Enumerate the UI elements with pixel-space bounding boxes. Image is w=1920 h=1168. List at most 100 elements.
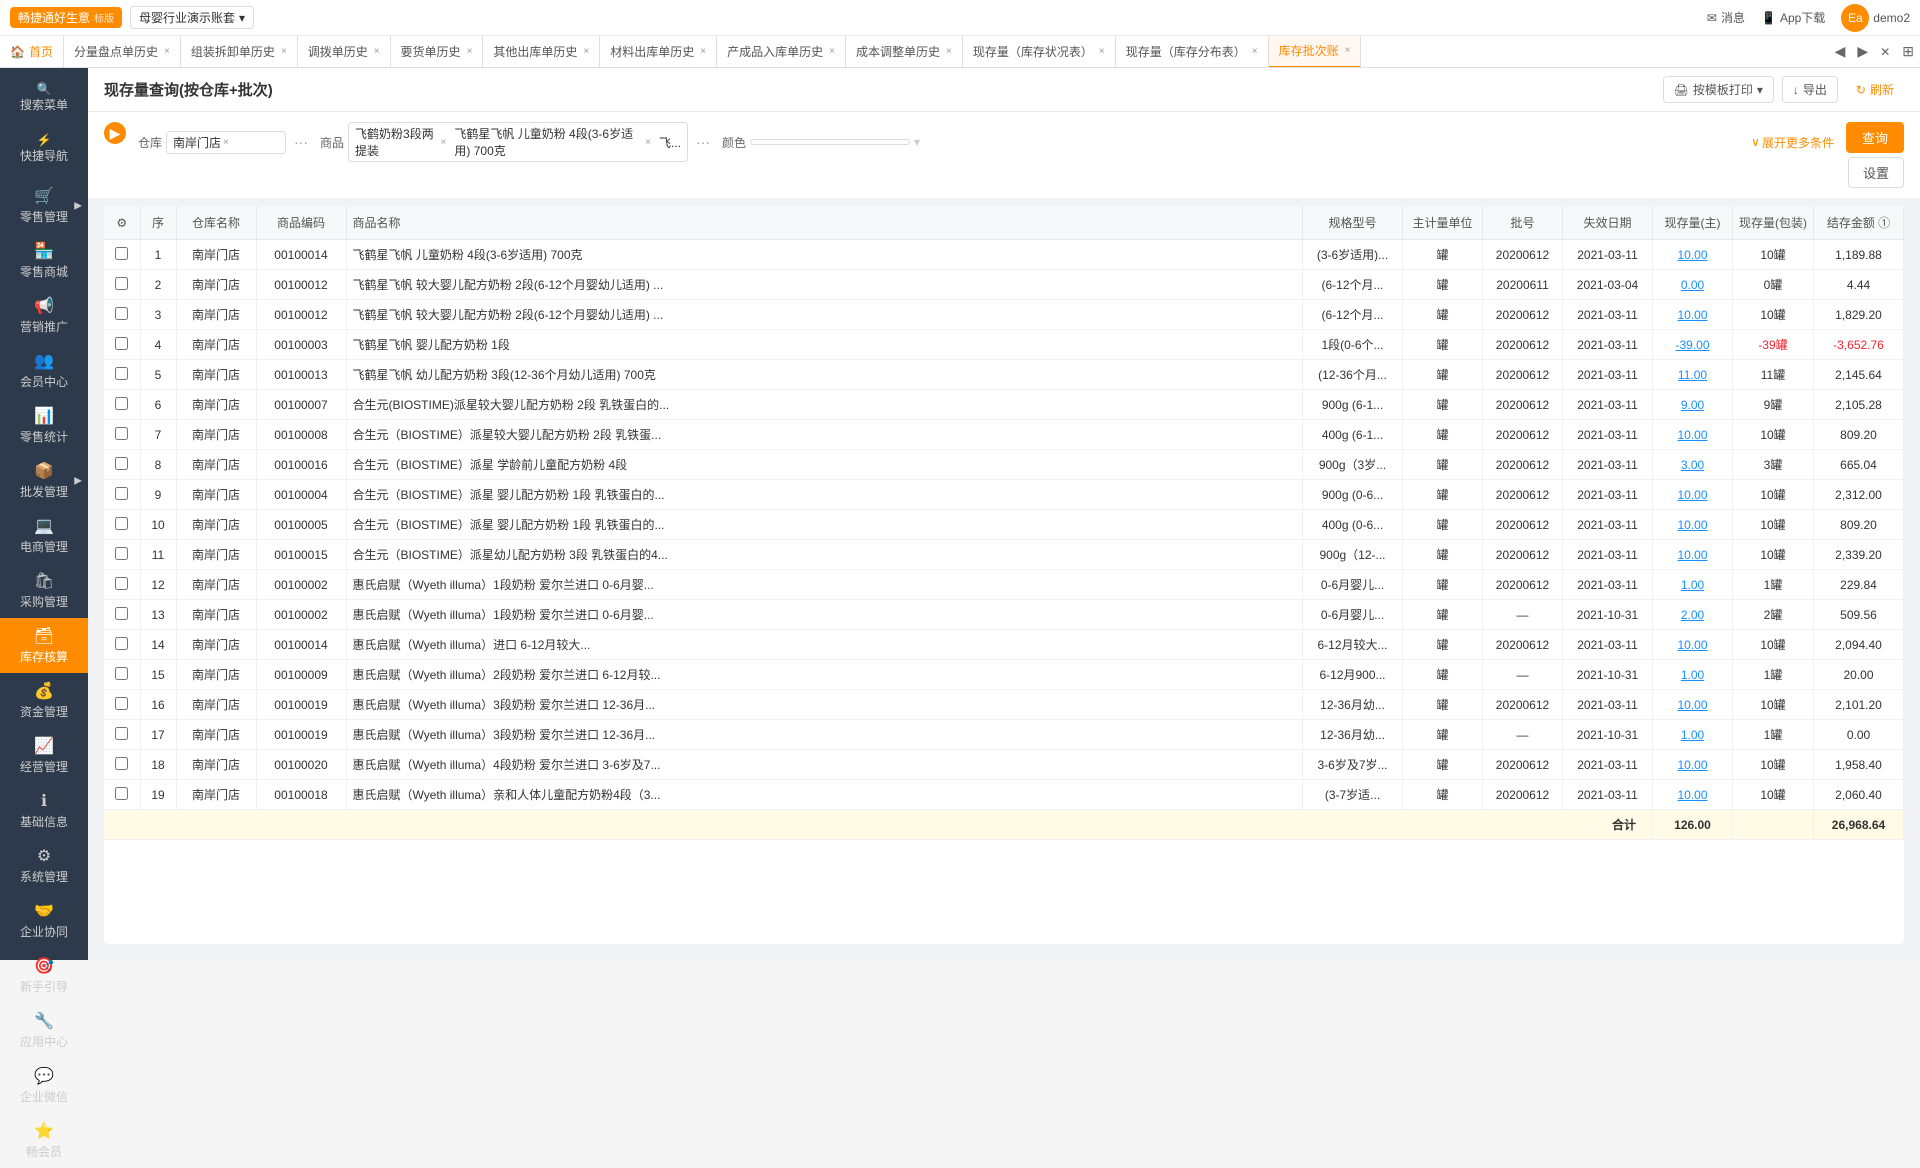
user-area[interactable]: Ea demo2 [1841,4,1910,32]
row-qty-main[interactable]: 10.00 [1653,420,1733,450]
sidebar-item-pifaguanli[interactable]: 📦 批发管理 ▶ [0,453,88,508]
sidebar-item-caigou[interactable]: 🛍 采购管理 [0,563,88,618]
row-checkbox[interactable] [115,337,128,350]
close-icon[interactable]: × [700,46,706,57]
warehouse-more-btn[interactable]: ··· [290,134,312,150]
row-check[interactable] [104,480,140,510]
row-check[interactable] [104,390,140,420]
tab-chanchengruku[interactable]: 产成品入库单历史 × [717,36,846,68]
tab-next-btn[interactable]: ▶ [1851,43,1874,60]
sidebar-item-qiyexietong[interactable]: 🤝 企业协同 [0,893,88,948]
template-print-btn[interactable]: 🖨 按模板打印 ▾ [1663,76,1774,103]
row-check[interactable] [104,360,140,390]
row-checkbox[interactable] [115,547,128,560]
row-qty-main[interactable]: 9.00 [1653,390,1733,420]
tab-close-all-btn[interactable]: ✕ [1874,45,1896,59]
row-check[interactable] [104,450,140,480]
sidebar-item-xitong[interactable]: ⚙ 系统管理 [0,838,88,893]
close-icon[interactable]: × [467,46,473,57]
row-qty-main[interactable]: 1.00 [1653,720,1733,750]
tab-kucunpicizhan[interactable]: 库存批次账 × [1269,36,1362,68]
row-qty-main[interactable]: 10.00 [1653,540,1733,570]
tab-diaobodanlishi[interactable]: 调拨单历史 × [298,36,391,68]
row-qty-main[interactable]: 10.00 [1653,750,1733,780]
row-qty-main[interactable]: 10.00 [1653,480,1733,510]
close-icon[interactable]: × [374,46,380,57]
sidebar-item-lingshoglianli[interactable]: 🛒 零售管理 ▶ [0,178,88,233]
row-checkbox[interactable] [115,427,128,440]
row-check[interactable] [104,750,140,780]
warehouse-tag-close[interactable]: × [223,137,229,148]
close-icon[interactable]: × [829,46,835,57]
row-qty-main[interactable]: 10.00 [1653,780,1733,810]
query-btn[interactable]: 查询 [1846,122,1904,153]
tab-zuzhuangchaixie[interactable]: 组装拆卸单历史 × [181,36,298,68]
sidebar-item-jichuinfo[interactable]: ℹ 基础信息 [0,783,88,838]
row-check[interactable] [104,630,140,660]
row-check[interactable] [104,570,140,600]
close-icon[interactable]: × [946,46,952,57]
sidebar-item-kucunhesuan[interactable]: 🗃 库存核算 [0,618,88,673]
row-qty-main[interactable]: 11.00 [1653,360,1733,390]
sidebar-item-jingying[interactable]: 📈 经营管理 [0,728,88,783]
color-tag-group[interactable] [750,139,910,145]
goods-tag-1-close[interactable]: × [441,137,447,148]
row-check[interactable] [104,660,140,690]
sidebar-item-huiyuanzhongxin[interactable]: 👥 会员中心 [0,343,88,398]
tab-prev-btn[interactable]: ◀ [1829,43,1852,60]
row-check[interactable] [104,330,140,360]
row-check[interactable] [104,720,140,750]
sidebar-item-qiyeweixin[interactable]: 💬 企业微信 [0,1058,88,1113]
row-checkbox[interactable] [115,307,128,320]
refresh-btn[interactable]: ↻ 刷新 [1846,77,1904,102]
expand-more-btn[interactable]: ∨ 展开更多条件 [1751,134,1834,151]
warehouse-tag-group[interactable]: 南岸门店 × [166,131,286,154]
row-checkbox[interactable] [115,667,128,680]
row-qty-main[interactable]: 10.00 [1653,690,1733,720]
sidebar-item-lingshototongji[interactable]: 📊 零售统计 [0,398,88,453]
row-qty-main[interactable]: 3.00 [1653,450,1733,480]
row-checkbox[interactable] [115,577,128,590]
tab-fenliangpandian[interactable]: 分量盘点单历史 × [64,36,181,68]
row-check[interactable] [104,510,140,540]
row-check[interactable] [104,270,140,300]
row-checkbox[interactable] [115,727,128,740]
row-checkbox[interactable] [115,457,128,470]
setting-btn[interactable]: 设置 [1848,157,1904,188]
row-check[interactable] [104,780,140,810]
tab-cailiaochu[interactable]: 材料出库单历史 × [600,36,717,68]
sidebar-item-xinshouyindao[interactable]: 🎯 新手引导 [0,948,88,1003]
tab-yaohuo[interactable]: 要货单历史 × [391,36,484,68]
row-check[interactable] [104,300,140,330]
row-qty-main[interactable]: 10.00 [1653,510,1733,540]
row-qty-main[interactable]: 10.00 [1653,630,1733,660]
sidebar-item-changyuanyuan[interactable]: ⭐ 畅会员 [0,1113,88,1168]
row-checkbox[interactable] [115,367,128,380]
row-check[interactable] [104,540,140,570]
row-checkbox[interactable] [115,757,128,770]
row-qty-main[interactable]: -39.00 [1653,330,1733,360]
close-icon[interactable]: × [1345,45,1351,56]
goods-more-btn[interactable]: ··· [692,134,714,150]
tab-menu-btn[interactable]: ⊞ [1896,43,1920,60]
row-checkbox[interactable] [115,397,128,410]
close-icon[interactable]: × [164,46,170,57]
goods-tag-group[interactable]: 飞鹤奶粉3段两提装 × 飞鹤星飞帆 儿童奶粉 4段(3-6岁适用) 700克 ×… [348,122,688,162]
row-check[interactable] [104,420,140,450]
tab-chengbentiaozhen[interactable]: 成本调整单历史 × [846,36,963,68]
row-qty-main[interactable]: 10.00 [1653,240,1733,270]
close-icon[interactable]: × [281,46,287,57]
messages-btn[interactable]: ✉ 消息 [1707,9,1745,26]
org-selector[interactable]: 母婴行业演示账套 ▾ [130,6,254,29]
sidebar-item-lingshoshangcheng[interactable]: 🏪 零售商城 [0,233,88,288]
row-checkbox[interactable] [115,277,128,290]
row-checkbox[interactable] [115,697,128,710]
row-qty-main[interactable]: 1.00 [1653,660,1733,690]
row-checkbox[interactable] [115,787,128,800]
goods-tag-2-close[interactable]: × [645,137,651,148]
app-download-btn[interactable]: 📱 App下载 [1761,9,1825,26]
row-checkbox[interactable] [115,517,128,530]
settings-icon[interactable]: ⚙ [116,216,127,230]
expand-btn[interactable]: ▶ [104,122,126,144]
row-check[interactable] [104,600,140,630]
